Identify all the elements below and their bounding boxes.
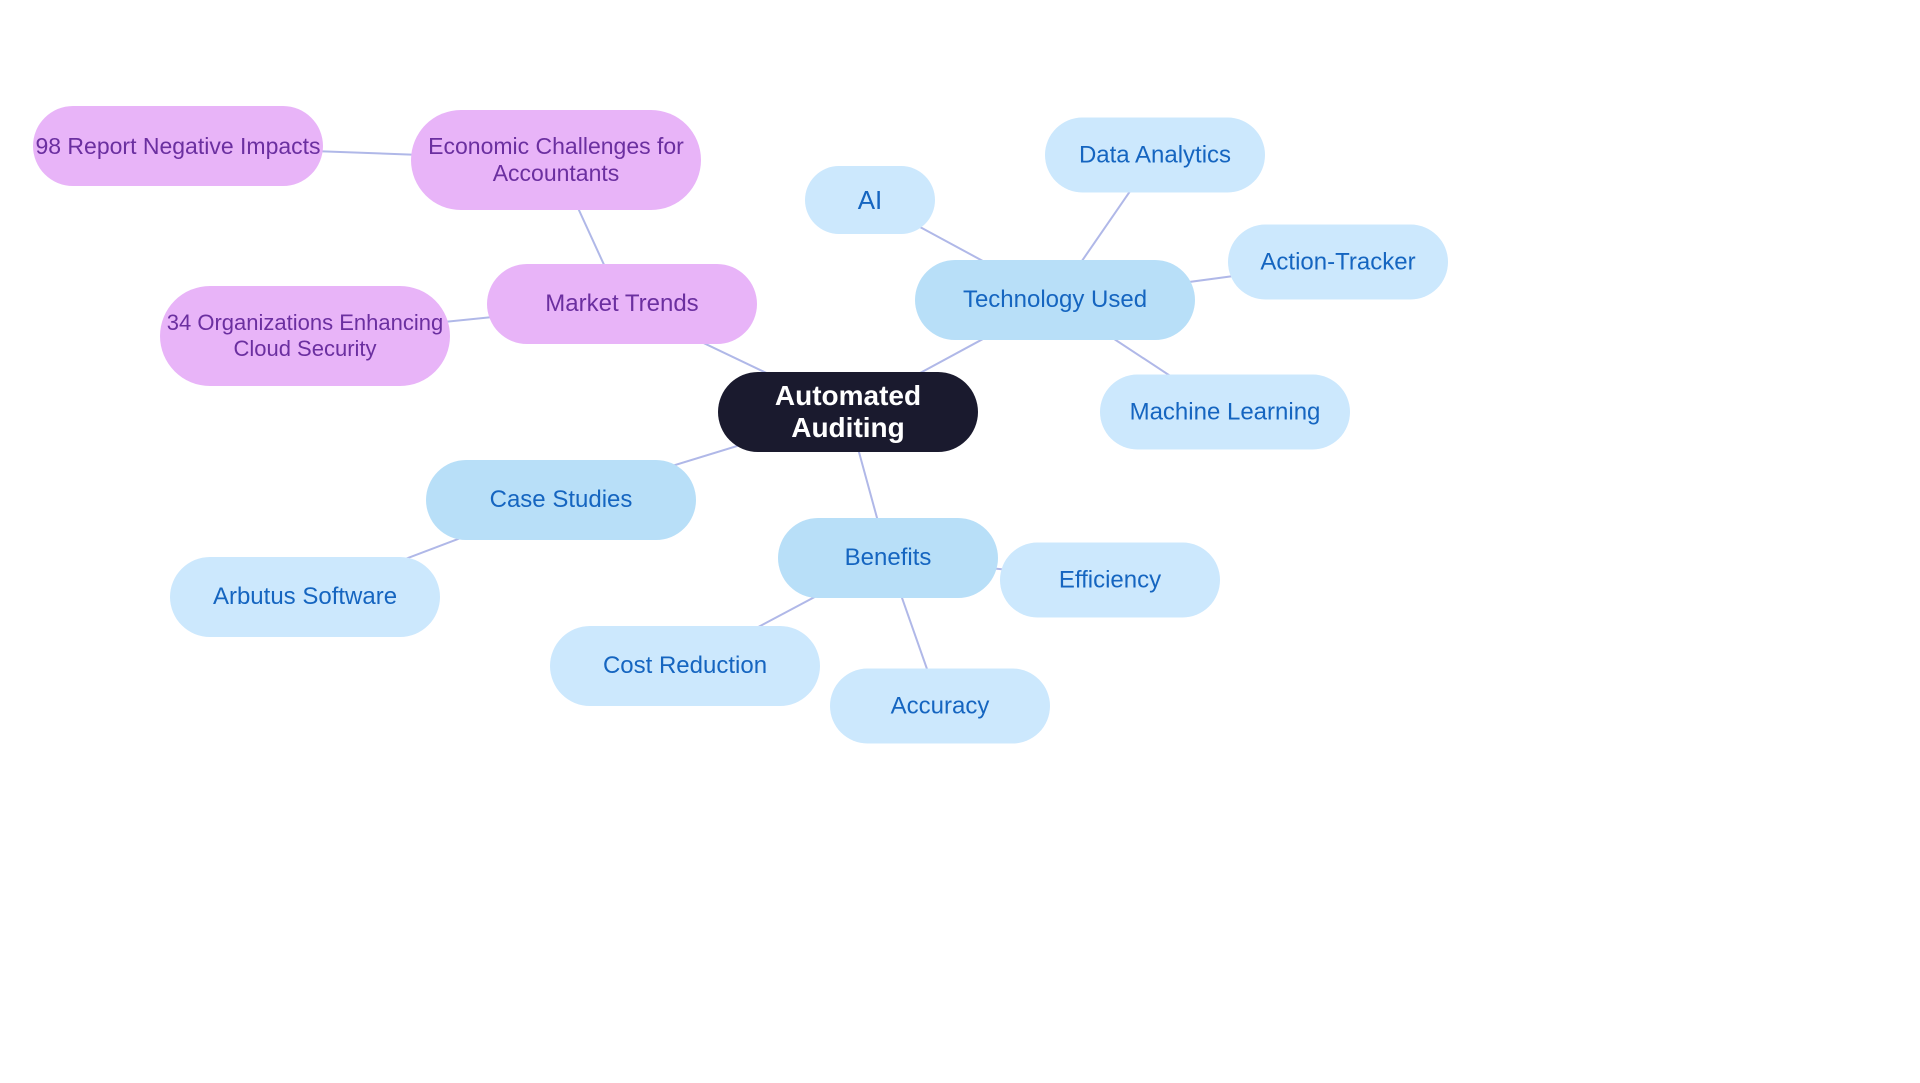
cost-reduction-node[interactable]: Cost Reduction <box>550 626 820 706</box>
ai-node[interactable]: AI <box>805 166 935 234</box>
market-trends-node[interactable]: Market Trends <box>487 264 757 344</box>
machine-learning-node[interactable]: Machine Learning <box>1100 375 1350 450</box>
technology-used-node[interactable]: Technology Used <box>915 260 1195 340</box>
economic-challenges-node[interactable]: Economic Challenges for Accountants <box>411 110 701 210</box>
report-negative-node[interactable]: 98 Report Negative Impacts <box>33 106 323 186</box>
center-node[interactable]: Automated Auditing <box>718 372 978 452</box>
case-studies-node[interactable]: Case Studies <box>426 460 696 540</box>
accuracy-node[interactable]: Accuracy <box>830 669 1050 744</box>
cloud-security-node[interactable]: 34 Organizations Enhancing Cloud Securit… <box>160 286 450 386</box>
benefits-node[interactable]: Benefits <box>778 518 998 598</box>
action-tracker-node[interactable]: Action-Tracker <box>1228 225 1448 300</box>
efficiency-node[interactable]: Efficiency <box>1000 543 1220 618</box>
data-analytics-node[interactable]: Data Analytics <box>1045 118 1265 193</box>
arbutus-software-node[interactable]: Arbutus Software <box>170 557 440 637</box>
